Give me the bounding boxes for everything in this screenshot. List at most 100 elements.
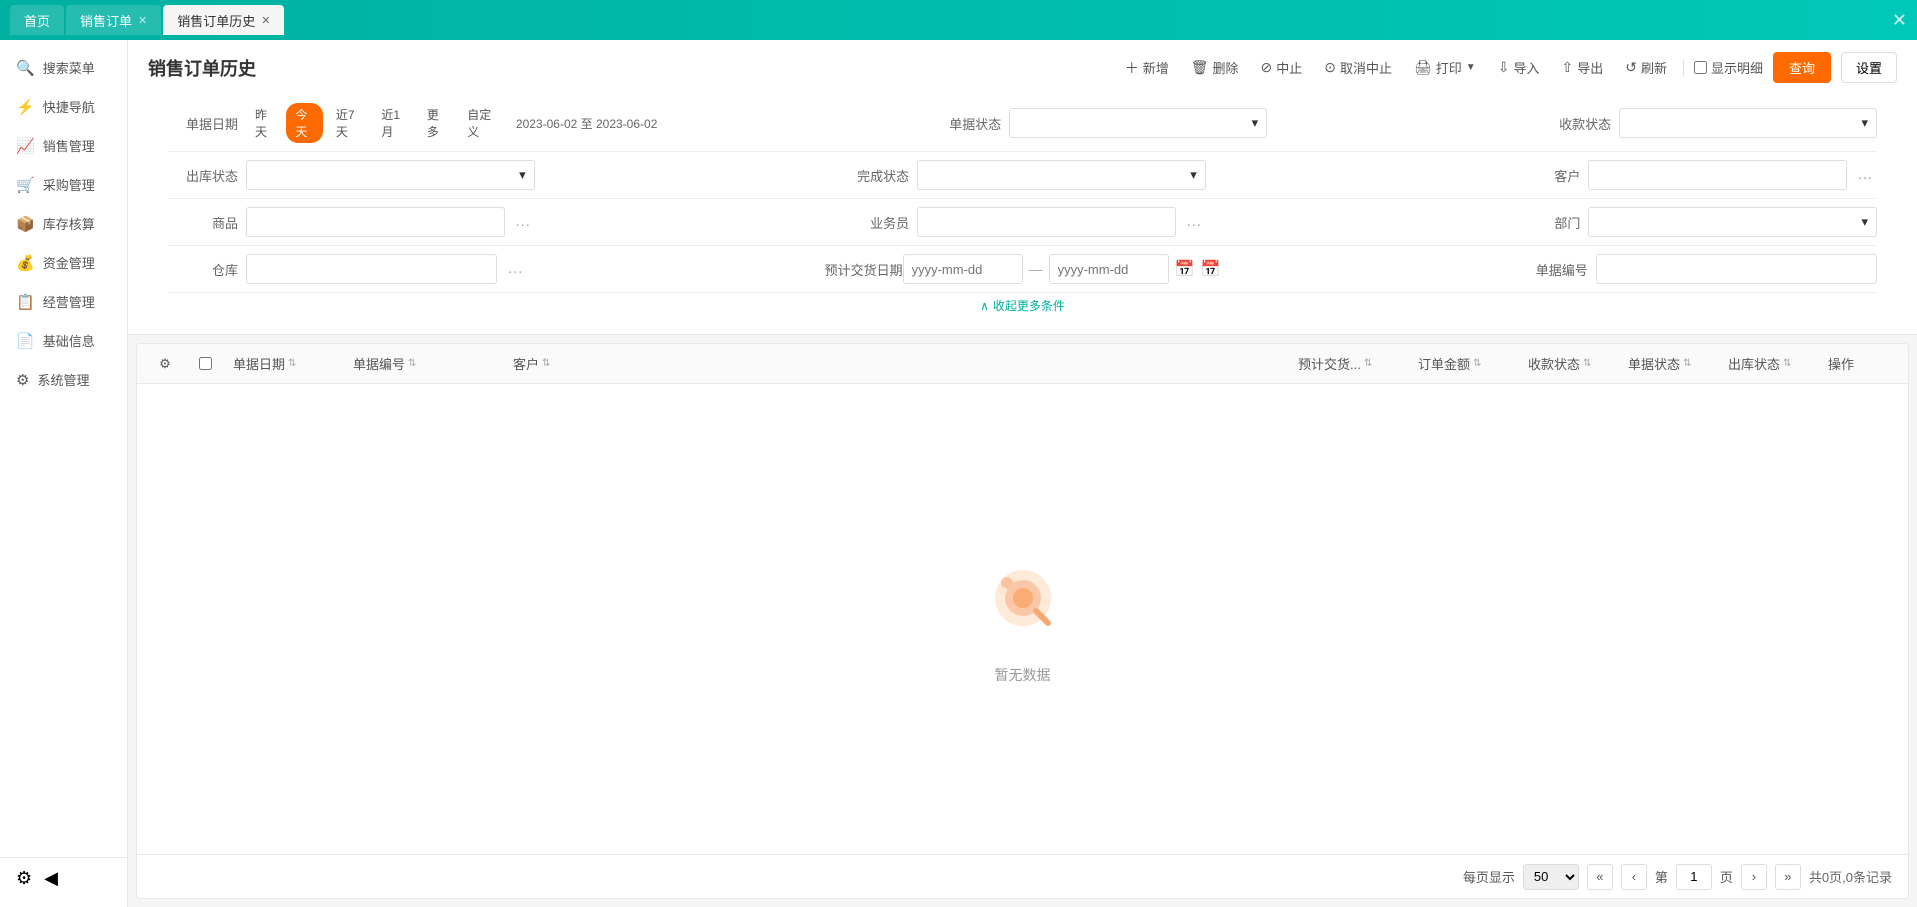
filter-customer[interactable]: … xyxy=(1588,160,1877,190)
page-header: 销售订单历史 ＋ 新增 🗑 删除 ⊘ 中止 ⊙ xyxy=(128,40,1917,335)
customer-input[interactable] xyxy=(1588,160,1847,190)
first-page-btn[interactable]: « xyxy=(1587,864,1613,890)
filter-pay-status[interactable]: ▾ xyxy=(1619,108,1877,138)
settings-gear-icon[interactable]: ⚙ xyxy=(159,356,171,372)
sidebar-item-purchase-mgmt-label: 采购管理 xyxy=(43,175,95,194)
display-columns-checkbox[interactable] xyxy=(1694,61,1707,74)
sidebar-item-system-mgmt[interactable]: ⚙ 系统管理 xyxy=(0,360,127,399)
filter-warehouse[interactable]: … xyxy=(246,254,527,284)
date-btn-more[interactable]: 更多 xyxy=(418,103,454,143)
print-button[interactable]: 🖨 打印 ▼ xyxy=(1408,54,1482,81)
filter-dept[interactable]: ▾ xyxy=(1588,207,1877,237)
delete-button[interactable]: 🗑 删除 xyxy=(1185,54,1245,81)
doc-no-input[interactable] xyxy=(1596,254,1877,284)
tab-sales-order[interactable]: 销售订单 ✕ xyxy=(66,5,161,35)
complete-status-select[interactable]: ▾ xyxy=(917,160,1206,190)
sidebar-item-basic-info[interactable]: 📄 基础信息 xyxy=(0,321,127,360)
cancel-stop-button[interactable]: ⊙ 取消中止 xyxy=(1318,54,1398,81)
prev-page-btn[interactable]: ‹ xyxy=(1621,864,1647,890)
display-columns-toggle[interactable]: 显示明细 xyxy=(1694,58,1763,77)
warehouse-ellipsis-btn[interactable]: … xyxy=(503,260,527,278)
page-number-input[interactable] xyxy=(1676,864,1712,890)
table-area: ⚙ 单据日期 ⇅ 单据编号 ⇅ 客户 ⇅ 预计交货... xyxy=(136,343,1909,899)
sidebar-item-operation-mgmt[interactable]: 📋 经营管理 xyxy=(0,282,127,321)
refresh-button[interactable]: ↺ 刷新 xyxy=(1619,54,1673,81)
date-btn-yesterday[interactable]: 昨天 xyxy=(246,103,282,143)
filter-order-status[interactable]: ▾ xyxy=(1009,108,1267,138)
new-button[interactable]: ＋ 新增 xyxy=(1119,54,1175,82)
tab-sales-order-history[interactable]: 销售订单历史 ✕ xyxy=(163,5,284,35)
date-btn-7days[interactable]: 近7天 xyxy=(327,103,369,143)
date-btn-custom[interactable]: 自定义 xyxy=(458,103,504,143)
sidebar-item-operation-mgmt-label: 经营管理 xyxy=(43,292,95,311)
product-ellipsis-btn[interactable]: … xyxy=(511,213,535,231)
th-settings[interactable]: ⚙ xyxy=(145,356,185,372)
import-button-label: 导入 xyxy=(1513,58,1539,77)
sidebar-item-sales-mgmt[interactable]: 📈 销售管理 xyxy=(0,126,127,165)
date-btn-today[interactable]: 今天 xyxy=(286,103,322,143)
th-out-status-label: 出库状态 xyxy=(1728,354,1780,373)
delivery-date-to[interactable] xyxy=(1049,254,1169,284)
tab-sales-order-close[interactable]: ✕ xyxy=(138,14,147,27)
tab-home[interactable]: 首页 xyxy=(10,5,64,35)
settings-button[interactable]: 设置 xyxy=(1841,52,1897,83)
salesperson-input[interactable] xyxy=(917,207,1176,237)
sidebar-settings-icon[interactable]: ⚙ xyxy=(16,868,32,889)
date-tag: 昨天 今天 近7天 近1月 更多 自定义 xyxy=(246,103,504,143)
filter-delivery-date[interactable]: — 📅 📅 xyxy=(903,254,1221,284)
filter-out-status[interactable]: ▾ xyxy=(246,160,535,190)
filter-salesperson[interactable]: … xyxy=(917,207,1206,237)
warehouse-input[interactable] xyxy=(246,254,497,284)
tab-sales-order-history-close[interactable]: ✕ xyxy=(261,14,270,27)
collapse-btn[interactable]: ∧ 收起更多条件 xyxy=(168,293,1877,318)
next-page-btn[interactable]: › xyxy=(1741,864,1767,890)
th-out-status[interactable]: 出库状态 ⇅ xyxy=(1720,354,1820,373)
sidebar-item-search-menu[interactable]: 🔍 搜索菜单 xyxy=(0,48,127,87)
stop-button[interactable]: ⊘ 中止 xyxy=(1255,54,1309,81)
filter-complete-status[interactable]: ▾ xyxy=(917,160,1206,190)
filter-row-4: 仓库 … 预计交货日期 — 📅 📅 单据编号 xyxy=(168,246,1877,293)
date-btn-1month[interactable]: 近1月 xyxy=(372,103,414,143)
filter-doc-no[interactable] xyxy=(1596,254,1877,284)
filter-product[interactable]: … xyxy=(246,207,535,237)
order-status-select[interactable]: ▾ xyxy=(1009,108,1267,138)
sidebar-item-purchase-mgmt[interactable]: 🛒 采购管理 xyxy=(0,165,127,204)
print-button-label: 打印 xyxy=(1436,58,1462,77)
export-button[interactable]: ⇧ 导出 xyxy=(1555,54,1609,81)
th-checkbox[interactable] xyxy=(185,357,225,370)
window-close-button[interactable]: ✕ xyxy=(1892,10,1907,31)
th-amount[interactable]: 订单金额 ⇅ xyxy=(1410,354,1520,373)
th-customer[interactable]: 客户 ⇅ xyxy=(505,354,1290,373)
th-date[interactable]: 单据日期 ⇅ xyxy=(225,354,345,373)
sidebar-item-fund-mgmt[interactable]: 💰 资金管理 xyxy=(0,243,127,282)
pay-status-select[interactable]: ▾ xyxy=(1619,108,1877,138)
dept-select[interactable]: ▾ xyxy=(1588,207,1877,237)
new-icon: ＋ xyxy=(1125,58,1139,78)
sidebar-item-sales-mgmt-label: 销售管理 xyxy=(43,136,95,155)
filter-label-order-status: 单据状态 xyxy=(931,114,1001,133)
product-input[interactable] xyxy=(246,207,505,237)
th-delivery[interactable]: 预计交货... ⇅ xyxy=(1290,354,1410,373)
th-order-status[interactable]: 单据状态 ⇅ xyxy=(1620,354,1720,373)
sort-amount-icon: ⇅ xyxy=(1473,358,1481,369)
sort-customer-icon: ⇅ xyxy=(542,358,550,369)
search-menu-icon: 🔍 xyxy=(16,59,35,77)
sidebar-item-inventory[interactable]: 📦 库存核算 xyxy=(0,204,127,243)
page-size-select[interactable]: 50 10 20 100 xyxy=(1523,864,1579,890)
sidebar-collapse-icon[interactable]: ◀ xyxy=(44,868,58,889)
import-button[interactable]: ⇩ 导入 xyxy=(1492,54,1546,81)
sidebar-item-quick-nav[interactable]: ⚡ 快捷导航 xyxy=(0,87,127,126)
customer-ellipsis-btn[interactable]: … xyxy=(1853,166,1877,184)
delivery-date-from[interactable] xyxy=(903,254,1023,284)
table-header: ⚙ 单据日期 ⇅ 单据编号 ⇅ 客户 ⇅ 预计交货... xyxy=(137,344,1908,384)
salesperson-ellipsis-btn[interactable]: … xyxy=(1182,213,1206,231)
th-pay-status[interactable]: 收款状态 ⇅ xyxy=(1520,354,1620,373)
calendar-from-icon[interactable]: 📅 xyxy=(1175,259,1195,279)
calendar-to-icon[interactable]: 📅 xyxy=(1201,259,1221,279)
search-button[interactable]: 查询 xyxy=(1773,52,1831,83)
date-separator: 至 xyxy=(581,117,596,131)
out-status-select[interactable]: ▾ xyxy=(246,160,535,190)
th-no[interactable]: 单据编号 ⇅ xyxy=(345,354,505,373)
select-all-checkbox[interactable] xyxy=(199,357,212,370)
last-page-btn[interactable]: » xyxy=(1775,864,1801,890)
